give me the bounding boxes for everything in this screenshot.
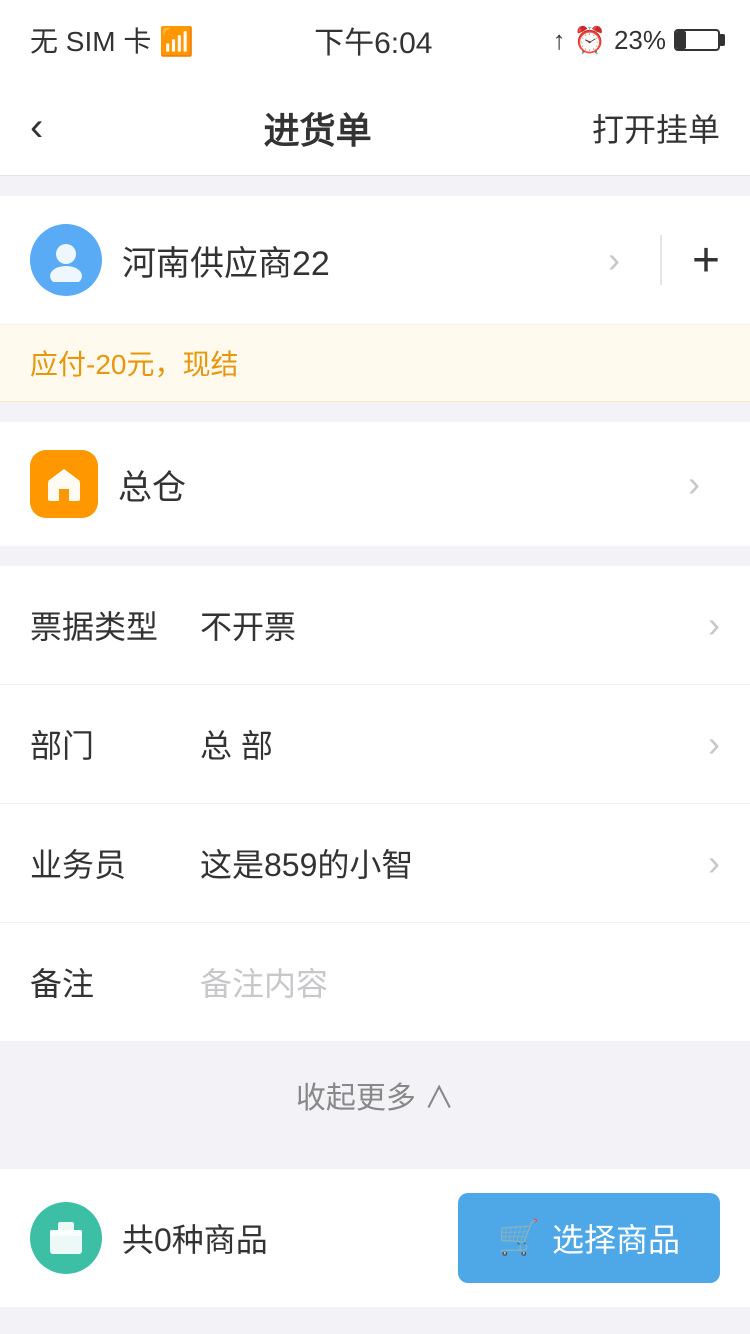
invoice-label: 票据类型	[30, 602, 170, 648]
select-product-icon: 🛒	[498, 1218, 540, 1258]
warehouse-name: 总仓	[118, 460, 688, 509]
warehouse-icon	[30, 450, 98, 518]
dept-label: 部门	[30, 721, 170, 767]
sales-value: 这是859的小智	[170, 840, 708, 886]
section-gap-1	[0, 176, 750, 196]
invoice-type-row[interactable]: 票据类型 不开票 ›	[0, 566, 750, 685]
product-icon	[30, 1202, 102, 1274]
warehouse-section: 总仓 ›	[0, 422, 750, 546]
collapse-toggle[interactable]: 收起更多 ∧	[0, 1041, 750, 1149]
notice-bar: 应付-20元，现结	[0, 325, 750, 402]
dept-value: 总 部	[170, 721, 708, 767]
status-time: 下午6:04	[314, 18, 432, 62]
chevron-right-icon: ›	[608, 239, 620, 281]
invoice-value: 不开票	[170, 602, 708, 648]
invoice-chevron-icon: ›	[708, 604, 720, 646]
avatar	[30, 224, 102, 296]
section-gap-2	[0, 402, 750, 422]
sales-chevron-icon: ›	[708, 842, 720, 884]
battery-icon	[674, 29, 720, 51]
warehouse-row[interactable]: 总仓 ›	[0, 422, 750, 546]
warehouse-chevron-icon: ›	[688, 463, 700, 505]
notice-text: 应付-20元，现结	[30, 349, 238, 380]
status-left: 无 SIM 卡 📶	[30, 20, 194, 60]
form-section: 票据类型 不开票 › 部门 总 部 › 业务员 这是859的小智 › 备注 备注…	[0, 566, 750, 1041]
select-product-button[interactable]: 🛒 选择商品	[458, 1193, 720, 1283]
supplier-section: 河南供应商22 › + 应付-20元，现结	[0, 196, 750, 402]
remark-label: 备注	[30, 959, 170, 1005]
page-title: 进货单	[264, 102, 372, 154]
open-pending-button[interactable]: 打开挂单	[592, 105, 720, 151]
back-button[interactable]: ‹	[30, 105, 43, 150]
sales-label: 业务员	[30, 840, 170, 886]
remark-row[interactable]: 备注 备注内容	[0, 923, 750, 1041]
supplier-name: 河南供应商22	[122, 236, 608, 285]
remark-input[interactable]: 备注内容	[170, 959, 720, 1005]
collapse-toggle-text: 收起更多 ∧	[296, 1082, 454, 1115]
select-product-label: 选择商品	[552, 1215, 680, 1261]
bottom-bar: 共0种商品 🛒 选择商品	[0, 1169, 750, 1307]
product-count: 共0种商品	[122, 1215, 458, 1261]
alarm-icon: ⏰	[574, 25, 606, 56]
status-bar: 无 SIM 卡 📶 下午6:04 ↑ ⏰ 23%	[0, 0, 750, 80]
separator	[660, 235, 662, 285]
supplier-row[interactable]: 河南供应商22 › +	[0, 196, 750, 325]
dept-chevron-icon: ›	[708, 723, 720, 765]
battery-percent: 23%	[614, 25, 666, 56]
status-right: ↑ ⏰ 23%	[553, 25, 720, 56]
nav-bar: ‹ 进货单 打开挂单	[0, 80, 750, 176]
location-icon: ↑	[553, 25, 566, 56]
salesperson-row[interactable]: 业务员 这是859的小智 ›	[0, 804, 750, 923]
department-row[interactable]: 部门 总 部 ›	[0, 685, 750, 804]
add-supplier-button[interactable]: +	[682, 233, 720, 288]
